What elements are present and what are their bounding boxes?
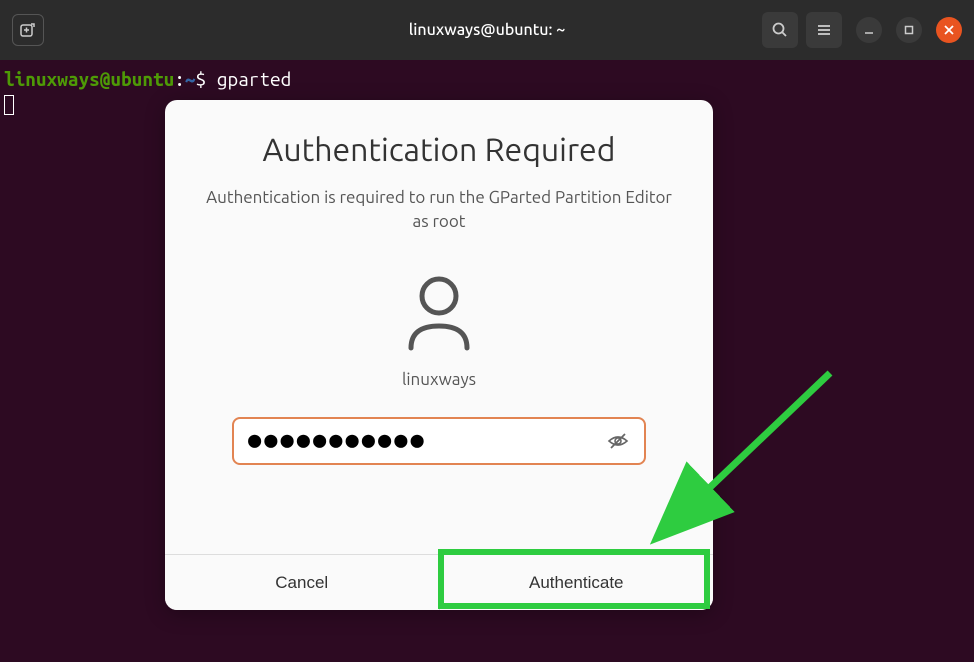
prompt-dollar: $ [196, 68, 217, 90]
authenticate-button[interactable]: Authenticate [440, 555, 714, 610]
dialog-message: Authentication is required to run the GP… [201, 186, 677, 234]
authentication-dialog: Authentication Required Authentication i… [165, 100, 713, 610]
minimize-button[interactable] [856, 17, 882, 43]
dialog-username: linuxways [402, 370, 476, 389]
close-button[interactable] [936, 17, 962, 43]
toggle-password-visibility-button[interactable] [606, 429, 630, 453]
maximize-button[interactable] [896, 17, 922, 43]
terminal-cursor [4, 95, 14, 115]
prompt-path: ~ [185, 68, 196, 90]
maximize-icon [903, 24, 915, 36]
hamburger-menu-button[interactable] [806, 12, 842, 48]
search-icon [771, 21, 789, 39]
search-button[interactable] [762, 12, 798, 48]
eye-slash-icon [607, 430, 629, 452]
prompt-user: linuxways@ubuntu [4, 68, 174, 90]
dialog-content: Authentication Required Authentication i… [165, 100, 713, 554]
minimize-icon [863, 24, 875, 36]
window-titlebar: linuxways@ubuntu: ~ [0, 0, 974, 60]
titlebar-right [762, 12, 962, 48]
dialog-title: Authentication Required [263, 132, 616, 168]
window-title: linuxways@ubuntu: ~ [409, 21, 565, 39]
dialog-button-row: Cancel Authenticate [165, 554, 713, 610]
hamburger-icon [815, 21, 833, 39]
prompt-colon: : [174, 68, 185, 90]
new-tab-button[interactable] [12, 14, 44, 46]
new-tab-icon [19, 21, 37, 39]
password-field-wrapper [232, 417, 646, 465]
prompt-command: gparted [217, 68, 291, 90]
terminal-line: linuxways@ubuntu:~$ gparted [4, 68, 970, 90]
password-input[interactable] [248, 428, 606, 453]
user-avatar-icon [403, 276, 475, 356]
close-icon [943, 24, 955, 36]
cancel-button[interactable]: Cancel [165, 555, 440, 610]
titlebar-left [12, 14, 44, 46]
